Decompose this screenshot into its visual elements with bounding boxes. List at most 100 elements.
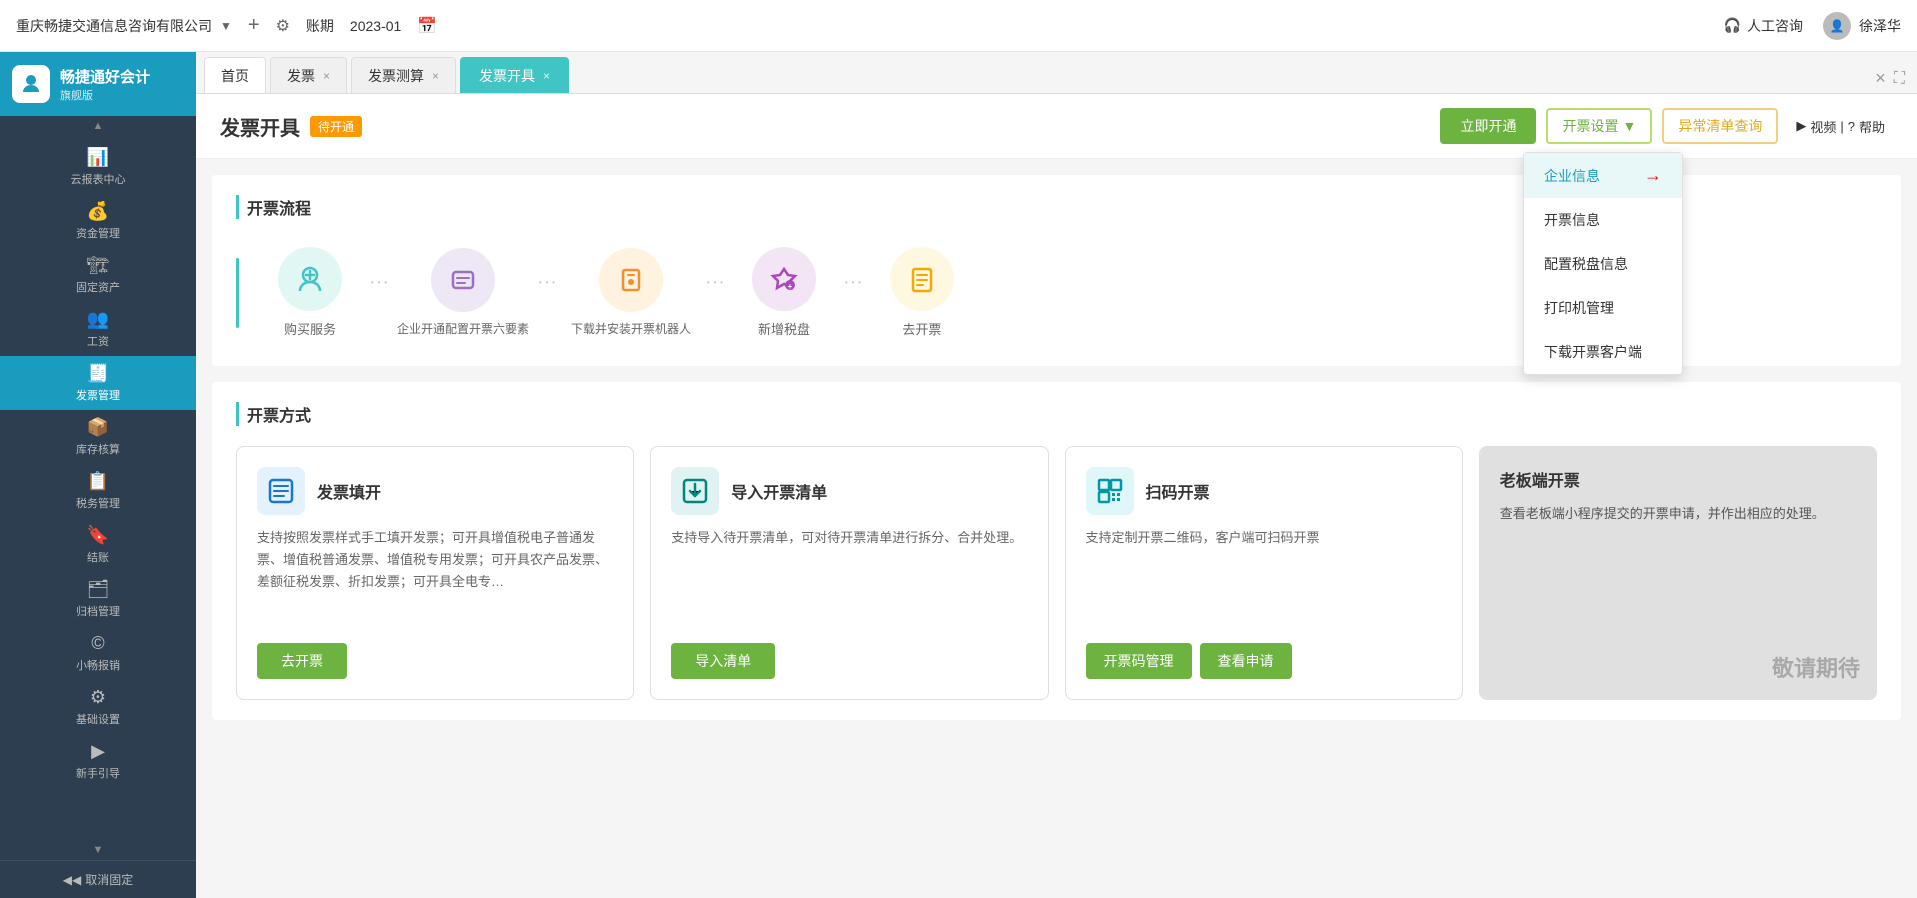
method-card-import: 导入开票清单 支持导入待开票清单，可对待开票清单进行拆分、合并处理。 导入清单	[650, 446, 1048, 700]
company-info-label: 企业信息	[1544, 166, 1600, 186]
tab-close-kaiju[interactable]: ×	[543, 69, 550, 83]
activate-button[interactable]: 立即开通	[1440, 108, 1536, 144]
sidebar-item-guidang[interactable]: 🗂 归档管理	[0, 572, 196, 626]
logo-icon	[12, 65, 50, 103]
boss-method-title: 老板端开票	[1500, 473, 1580, 490]
chevron-down-icon: ▼	[220, 19, 232, 33]
tab-bar: 首页 发票 × 发票测算 × 发票开具 × × ⛶	[196, 52, 1917, 94]
qrcode-manage-button[interactable]: 开票码管理	[1086, 643, 1192, 679]
tab-close-fapiao[interactable]: ×	[323, 69, 330, 83]
page-header: 发票开具 待开通 立即开通 开票设置 ▼ 异常清单查询 ▶ 视频 | ?	[196, 94, 1917, 159]
play-icon: ▶	[1796, 118, 1806, 134]
sidebar-item-kucun[interactable]: 📦 库存核算	[0, 410, 196, 464]
user-name: 徐泽华	[1859, 16, 1901, 36]
kucun-label: 库存核算	[76, 441, 120, 457]
method-card-scan: 扫码开票 支持定制开票二维码，客户端可扫码开票 开票码管理 查看申请	[1065, 446, 1463, 700]
sidebar-logo: 畅捷通好会计 旗舰版	[0, 52, 196, 116]
sidebar-item-shuiwu[interactable]: 📋 税务管理	[0, 464, 196, 518]
zijin-icon: 💰	[87, 201, 109, 222]
video-help-button[interactable]: ▶ 视频 | ? 帮助	[1788, 111, 1893, 142]
sidebar-item-fapiao[interactable]: 🧾 发票管理	[0, 356, 196, 410]
tab-fapiaokaiju[interactable]: 发票开具 ×	[460, 57, 569, 93]
flow-step-5: 去开票	[867, 247, 977, 338]
arrow4: ···	[843, 271, 863, 294]
fill-method-icon	[257, 467, 305, 515]
dropdown-item-company-info[interactable]: 企业信息 →	[1524, 153, 1682, 198]
tab-fapiaocesuan[interactable]: 发票测算 ×	[351, 57, 456, 93]
sidebar-scroll-down[interactable]: ▼	[0, 840, 196, 860]
divider: |	[1840, 119, 1843, 134]
dropdown-item-download-client[interactable]: 下载开票客户端	[1524, 330, 1682, 374]
user-info[interactable]: 👤 徐泽华	[1823, 12, 1901, 40]
sidebar-item-zijin[interactable]: 💰 资金管理	[0, 194, 196, 248]
logo-text: 畅捷通好会计	[60, 66, 150, 87]
fill-method-desc: 支持按照发票样式手工填开发票；可开具增值税电子普通发票、增值税普通发票、增值税专…	[257, 527, 613, 627]
method-cards: 发票填开 支持按照发票样式手工填开发票；可开具增值税电子普通发票、增值税普通发票…	[236, 446, 1877, 700]
method-card-boss: 老板端开票 查看老板端小程序提交的开票申请，并作出相应的处理。 敬请期待	[1479, 446, 1877, 700]
sidebar-item-yunbao[interactable]: 📊 云报表中心	[0, 140, 196, 194]
period-value: 2023-01	[350, 18, 401, 34]
tab-home[interactable]: 首页	[204, 57, 266, 93]
gudingzichan-icon: 🏗	[87, 255, 110, 276]
step1-icon	[278, 247, 342, 311]
maximize-button[interactable]: ⛶	[1894, 70, 1905, 88]
arrow-right-icon: →	[1644, 165, 1662, 186]
tab-fapiao[interactable]: 发票 ×	[270, 57, 347, 93]
consult-button[interactable]: 🎧 人工咨询	[1724, 16, 1803, 36]
download-client-label: 下载开票客户端	[1544, 344, 1642, 360]
jichushezhi-icon: ⚙	[90, 687, 106, 708]
help-label: 帮助	[1859, 117, 1885, 136]
view-application-button[interactable]: 查看申请	[1200, 643, 1292, 679]
cancel-fixed-button[interactable]: ◀◀ 取消固定	[0, 860, 196, 898]
dropdown-item-printer[interactable]: 打印机管理	[1524, 286, 1682, 330]
headset-icon: 🎧	[1724, 17, 1741, 34]
tab-bar-right: × ⛶	[1875, 68, 1917, 93]
printer-label: 打印机管理	[1544, 300, 1614, 316]
company-selector[interactable]: 重庆畅捷交通信息咨询有限公司 ▼	[16, 16, 232, 36]
tab-home-label: 首页	[221, 66, 249, 86]
dropdown-item-tax-disk[interactable]: 配置税盘信息	[1524, 242, 1682, 286]
flow-step-3: 下载并安装开票机器人	[561, 248, 701, 337]
sidebar-item-gudingzichan[interactable]: 🏗 固定资产	[0, 248, 196, 302]
scan-method-desc: 支持定制开票二维码，客户端可扫码开票	[1086, 527, 1442, 627]
xiaochang-icon: ©	[91, 633, 104, 654]
sidebar-item-xinshouyindao[interactable]: ▶ 新手引导	[0, 734, 196, 788]
jiezhang-icon: 🔖	[87, 525, 109, 546]
top-bar-tools: + ⚙ 账期 2023-01 📅	[248, 14, 437, 37]
dropdown-item-invoice-info[interactable]: 开票信息	[1524, 198, 1682, 242]
cancel-fixed-label: 取消固定	[85, 871, 133, 888]
status-badge: 待开通	[310, 116, 362, 137]
close-window-button[interactable]: ×	[1875, 68, 1886, 89]
main-layout: 畅捷通好会计 旗舰版 ▲ 📊 云报表中心 💰 资金管理 🏗 固定资产 👥 工资	[0, 52, 1917, 898]
xinshou-icon: ▶	[91, 741, 105, 762]
logo-text-area: 畅捷通好会计 旗舰版	[60, 66, 150, 103]
sidebar-scroll-up[interactable]: ▲	[0, 116, 196, 136]
tab-close-cesuan[interactable]: ×	[432, 69, 439, 83]
step5-icon	[890, 247, 954, 311]
video-label: 视频	[1810, 117, 1836, 136]
sidebar: 畅捷通好会计 旗舰版 ▲ 📊 云报表中心 💰 资金管理 🏗 固定资产 👥 工资	[0, 52, 196, 898]
gongzi-label: 工资	[87, 333, 109, 349]
settings-dropdown-button[interactable]: 开票设置 ▼	[1546, 108, 1652, 144]
calendar-icon[interactable]: 📅	[417, 16, 437, 36]
sidebar-item-gongzi[interactable]: 👥 工资	[0, 302, 196, 356]
step5-label: 去开票	[902, 319, 941, 338]
settings-icon[interactable]: ⚙	[276, 16, 290, 36]
abnormal-button[interactable]: 异常清单查询	[1662, 108, 1778, 144]
avatar: 👤	[1823, 12, 1851, 40]
import-list-button[interactable]: 导入清单	[671, 643, 775, 679]
shuiwu-icon: 📋	[87, 471, 109, 492]
yunbao-label: 云报表中心	[71, 171, 126, 187]
guidang-icon: 🗂	[87, 579, 110, 600]
company-name: 重庆畅捷交通信息咨询有限公司	[16, 16, 212, 36]
tab-kaiju-label: 发票开具	[479, 66, 535, 86]
add-tab-button[interactable]: +	[248, 14, 260, 37]
fill-invoice-button[interactable]: 去开票	[257, 643, 347, 679]
settings-btn-label: 开票设置	[1562, 116, 1618, 136]
sidebar-item-jiezhang[interactable]: 🔖 结账	[0, 518, 196, 572]
import-method-icon	[671, 467, 719, 515]
sidebar-item-jichushezhi[interactable]: ⚙ 基础设置	[0, 680, 196, 734]
scan-method-title: 扫码开票	[1146, 479, 1210, 503]
xiaochang-label: 小畅报销	[76, 657, 120, 673]
sidebar-item-xiaochang[interactable]: © 小畅报销	[0, 626, 196, 680]
